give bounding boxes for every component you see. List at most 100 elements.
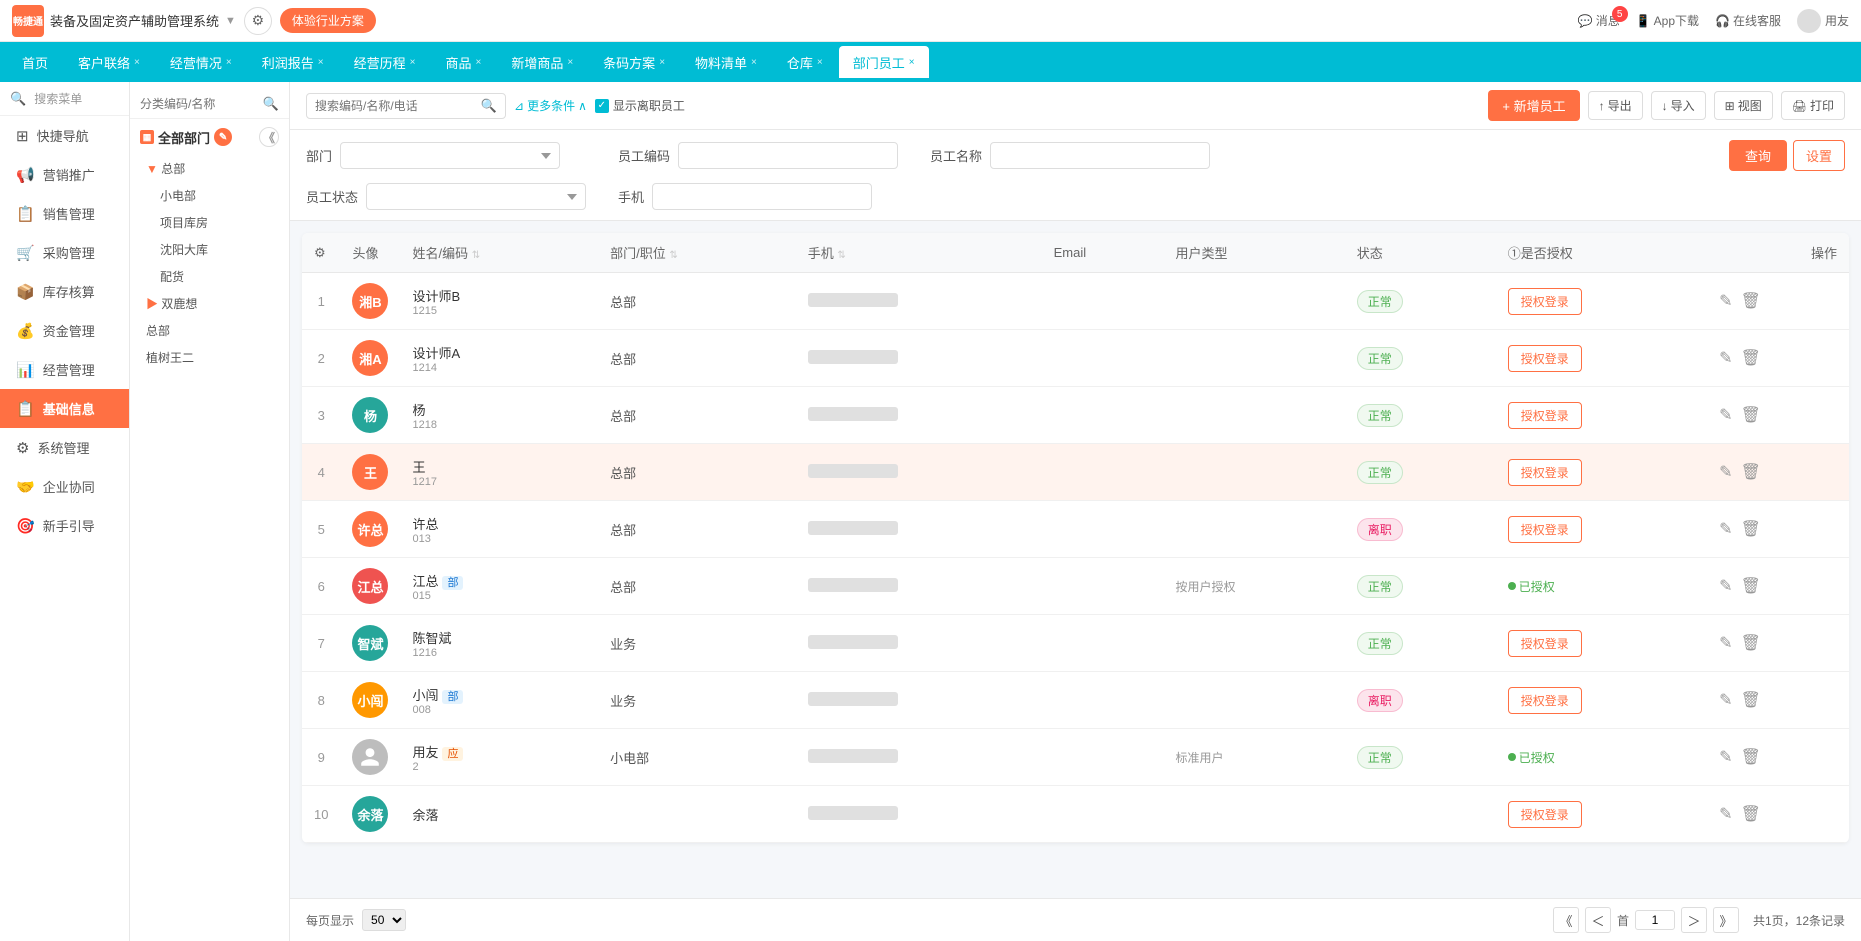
edit-button-8[interactable]: ✎ — [1719, 747, 1732, 767]
delete-button-4[interactable]: 🗑 — [1741, 519, 1761, 539]
filter-dept-select[interactable] — [340, 142, 560, 169]
auth-button-2[interactable]: 授权登录 — [1508, 402, 1582, 429]
dept-search-input[interactable] — [140, 97, 263, 111]
add-employee-button[interactable]: + 新增员工 — [1488, 90, 1579, 121]
search-button[interactable]: 查询 — [1729, 140, 1787, 171]
close-tab-icon[interactable]: × — [751, 57, 757, 68]
dept-item-xiangmu[interactable]: 项目库房 — [152, 209, 281, 236]
sidebar-item-finance[interactable]: 💰 资金管理 — [0, 311, 129, 350]
sidebar-item-purchase[interactable]: 🛒 采购管理 — [0, 233, 129, 272]
more-conditions-button[interactable]: ⊿ 更多条件 ∧ — [514, 97, 587, 114]
filter-empname-input[interactable] — [990, 142, 1210, 169]
close-tab-icon[interactable]: × — [909, 57, 915, 68]
nav-tab-部门员工[interactable]: 部门员工 × — [839, 46, 929, 78]
page-input[interactable] — [1635, 910, 1675, 930]
nav-tab-经营历程[interactable]: 经营历程 × — [340, 46, 430, 78]
delete-button-9[interactable]: 🗑 — [1741, 804, 1761, 824]
dept-item-shuangluxiang[interactable]: ▶ 双鹿想 — [138, 290, 281, 317]
app-download-button[interactable]: 📱 App下载 — [1636, 12, 1699, 29]
nav-tab-首页[interactable]: 首页 — [8, 46, 62, 78]
sidebar-item-operations[interactable]: 📊 经营管理 — [0, 350, 129, 389]
auth-button-9[interactable]: 授权登录 — [1508, 801, 1582, 828]
close-tab-icon[interactable]: × — [134, 57, 140, 68]
dept-item-zongbu2[interactable]: 总部 — [138, 317, 281, 344]
delete-button-7[interactable]: 🗑 — [1741, 690, 1761, 710]
dept-item-shenyang[interactable]: 沈阳大库 — [152, 236, 281, 263]
nav-tab-商品[interactable]: 商品 × — [431, 46, 495, 78]
sort-phone-icon[interactable]: ⇅ — [837, 250, 845, 261]
first-page-button[interactable]: 《 — [1553, 907, 1579, 933]
user-button[interactable]: 用友 — [1797, 9, 1849, 33]
notice-button[interactable]: 💬 消息 5 — [1578, 12, 1620, 29]
system-dropdown-icon[interactable]: ▼ — [225, 15, 236, 27]
prev-page-button[interactable]: ＜ — [1585, 907, 1611, 933]
sort-dept-icon[interactable]: ⇅ — [669, 250, 677, 261]
edit-button-6[interactable]: ✎ — [1719, 633, 1732, 653]
delete-button-3[interactable]: 🗑 — [1741, 462, 1761, 482]
dept-item-xiaodian[interactable]: 小电部 — [152, 182, 281, 209]
close-tab-icon[interactable]: × — [659, 57, 665, 68]
edit-button-1[interactable]: ✎ — [1719, 348, 1732, 368]
dept-item-zhishu[interactable]: 植树王二 — [138, 344, 281, 371]
page-size-select[interactable]: 50 — [362, 909, 406, 931]
close-tab-icon[interactable]: × — [410, 57, 416, 68]
delete-button-6[interactable]: 🗑 — [1741, 633, 1761, 653]
auth-button-6[interactable]: 授权登录 — [1508, 630, 1582, 657]
delete-button-1[interactable]: 🗑 — [1741, 348, 1761, 368]
sidebar-item-inventory[interactable]: 📦 库存核算 — [0, 272, 129, 311]
col-phone[interactable]: 手机 ⇅ — [796, 233, 1042, 273]
view-button[interactable]: ⊞ 视图 — [1714, 91, 1773, 120]
edit-button-9[interactable]: ✎ — [1719, 804, 1732, 824]
filter-phone-input[interactable] — [652, 183, 872, 210]
nav-tab-仓库[interactable]: 仓库 × — [773, 46, 837, 78]
sidebar-item-system[interactable]: ⚙ 系统管理 — [0, 428, 129, 467]
auth-button-3[interactable]: 授权登录 — [1508, 459, 1582, 486]
col-name[interactable]: 姓名/编码 ⇅ — [400, 233, 598, 273]
dept-item-zongbu-root[interactable]: ▼ 总部 — [138, 155, 281, 182]
export-button[interactable]: ↑ 导出 — [1588, 91, 1643, 120]
col-settings[interactable]: ⚙ — [302, 233, 340, 273]
nav-tab-物料清单[interactable]: 物料清单 × — [681, 46, 771, 78]
edit-button-7[interactable]: ✎ — [1719, 690, 1732, 710]
delete-button-8[interactable]: 🗑 — [1741, 747, 1761, 767]
sidebar-item-quick-nav[interactable]: ⊞ 快捷导航 — [0, 116, 129, 155]
auth-button-7[interactable]: 授权登录 — [1508, 687, 1582, 714]
edit-button-5[interactable]: ✎ — [1719, 576, 1732, 596]
dept-collapse-button[interactable]: 《 — [259, 127, 279, 147]
gear-button[interactable]: ⚙ — [244, 7, 272, 35]
trial-button[interactable]: 体验行业方案 — [280, 8, 376, 33]
sort-name-icon[interactable]: ⇅ — [472, 250, 480, 261]
delete-button-2[interactable]: 🗑 — [1741, 405, 1761, 425]
sidebar-item-guide[interactable]: 🎯 新手引导 — [0, 506, 129, 545]
close-tab-icon[interactable]: × — [567, 57, 573, 68]
print-button[interactable]: 🖨 打印 — [1781, 91, 1845, 120]
filter-empstatus-select[interactable] — [366, 183, 586, 210]
nav-tab-条码方案[interactable]: 条码方案 × — [589, 46, 679, 78]
nav-tab-经营情况[interactable]: 经营情况 × — [156, 46, 246, 78]
delete-button-0[interactable]: 🗑 — [1741, 291, 1761, 311]
sidebar-item-sales[interactable]: 📋 销售管理 — [0, 194, 129, 233]
auth-button-0[interactable]: 授权登录 — [1508, 288, 1582, 315]
filter-empcode-input[interactable] — [678, 142, 898, 169]
edit-button-3[interactable]: ✎ — [1719, 462, 1732, 482]
nav-tab-利润报告[interactable]: 利润报告 × — [248, 46, 338, 78]
sidebar-item-basic-info[interactable]: 📋 基础信息 — [0, 389, 129, 428]
close-tab-icon[interactable]: × — [475, 57, 481, 68]
delete-button-5[interactable]: 🗑 — [1741, 576, 1761, 596]
search-input[interactable] — [315, 99, 477, 113]
edit-button-0[interactable]: ✎ — [1719, 291, 1732, 311]
settings-button[interactable]: 设置 — [1793, 140, 1845, 171]
col-dept[interactable]: 部门/职位 ⇅ — [598, 233, 796, 273]
close-tab-icon[interactable]: × — [318, 57, 324, 68]
nav-tab-新增商品[interactable]: 新增商品 × — [497, 46, 587, 78]
next-page-button[interactable]: ＞ — [1681, 907, 1707, 933]
nav-tab-客户联络[interactable]: 客户联络 × — [64, 46, 154, 78]
import-button[interactable]: ↓ 导入 — [1651, 91, 1706, 120]
sidebar-search-row[interactable]: 🔍 搜索菜单 — [0, 82, 129, 116]
auth-button-4[interactable]: 授权登录 — [1508, 516, 1582, 543]
sidebar-item-enterprise[interactable]: 🤝 企业协同 — [0, 467, 129, 506]
edit-button-4[interactable]: ✎ — [1719, 519, 1732, 539]
edit-button-2[interactable]: ✎ — [1719, 405, 1732, 425]
dept-item-peihuo[interactable]: 配货 — [152, 263, 281, 290]
last-page-button[interactable]: 》 — [1713, 907, 1739, 933]
